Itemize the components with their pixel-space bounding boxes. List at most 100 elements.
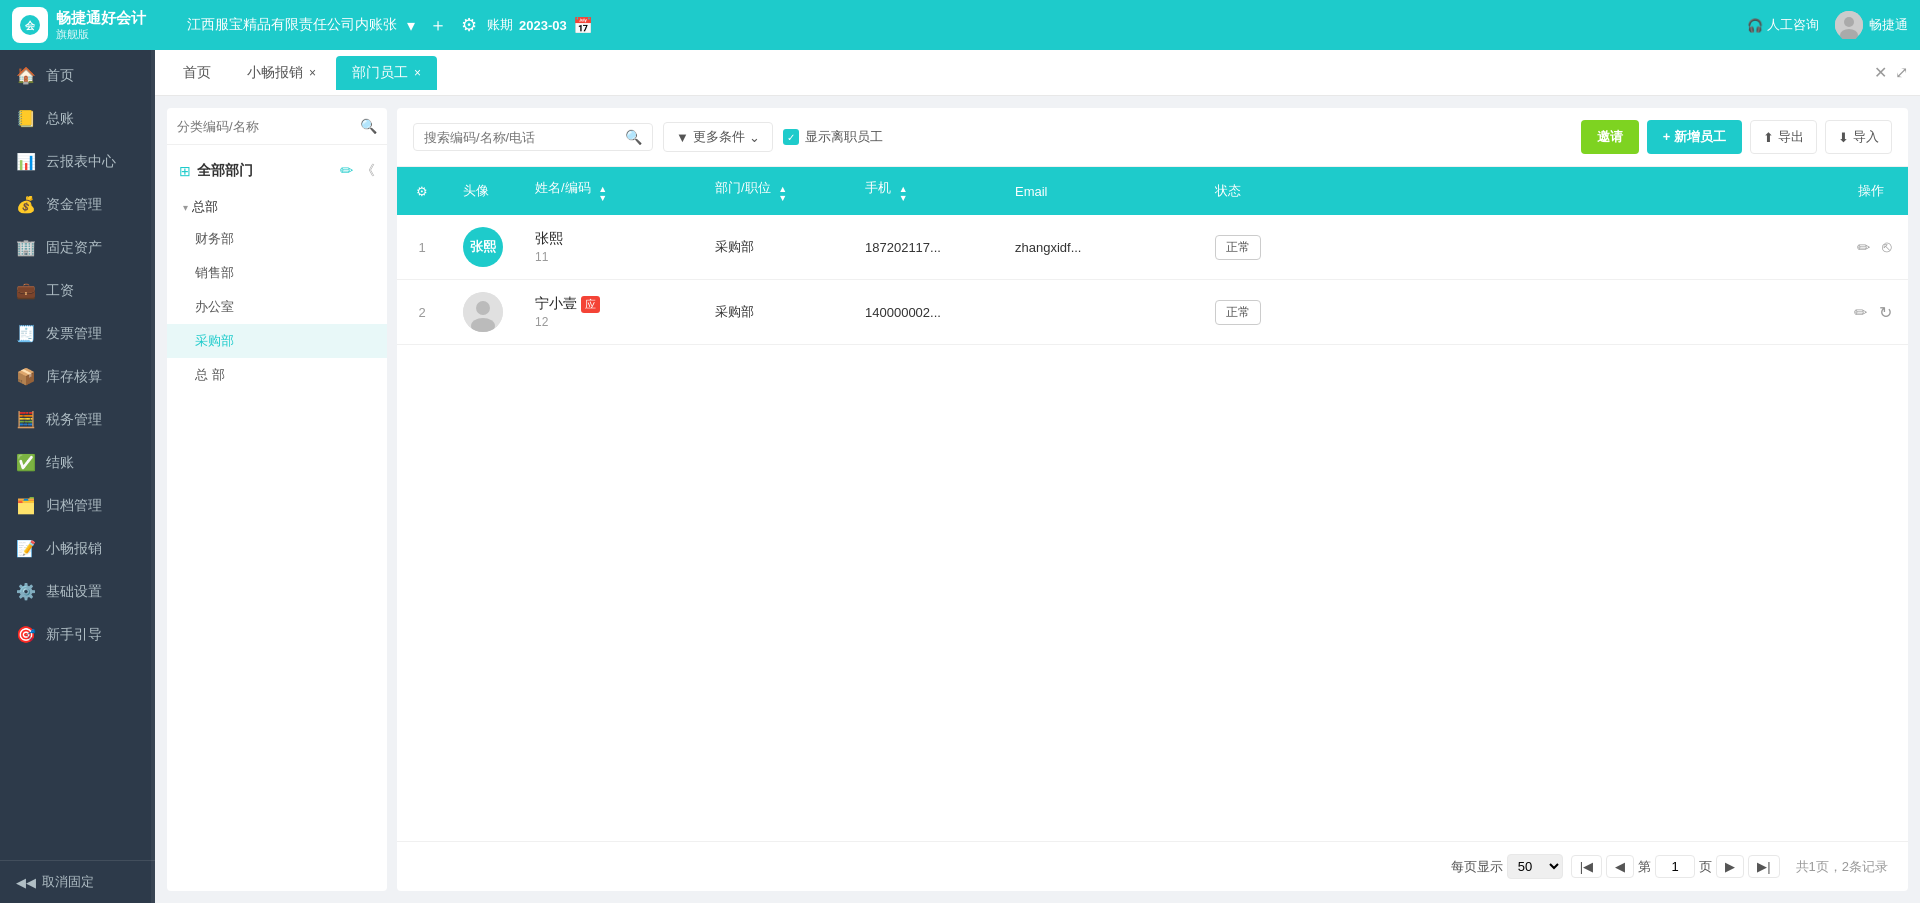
dept-item-finance[interactable]: 财务部 xyxy=(167,222,387,256)
export-btn[interactable]: ⬆ 导出 xyxy=(1750,120,1817,154)
phone-sort-icon: ▲▼ xyxy=(899,185,908,203)
sidebar-item-settings[interactable]: ⚙️ 基础设置 xyxy=(0,570,155,613)
add-company-btn[interactable]: ＋ xyxy=(429,13,447,37)
th-phone[interactable]: 手机 ▲▼ xyxy=(849,167,999,215)
sidebar-item-finance[interactable]: 💰 资金管理 xyxy=(0,183,155,226)
company-settings-btn[interactable]: ⚙ xyxy=(461,14,477,36)
dept-group-title-hq[interactable]: ▾ 总部 xyxy=(167,192,387,222)
sidebar-item-inventory[interactable]: 📦 库存核算 xyxy=(0,355,155,398)
company-area: 江西服宝精品有限责任公司内账张 ▾ ＋ ⚙ 账期 2023-03 📅 xyxy=(167,13,1747,37)
dept-search-input[interactable] xyxy=(177,119,354,134)
dept-group-hq: ▾ 总部 财务部 销售部 办公室 采购部 总 部 xyxy=(167,188,387,396)
chevron-down-icon: ⌄ xyxy=(749,130,760,145)
sidebar-item-expense[interactable]: 📝 小畅报销 xyxy=(0,527,155,570)
row-phone-cell: 140000002... xyxy=(849,280,999,345)
employee-search-input[interactable] xyxy=(424,130,619,145)
sidebar-item-label: 结账 xyxy=(46,454,74,472)
filter-btn[interactable]: ▼ 更多条件 ⌄ xyxy=(663,122,773,152)
sidebar-item-tax[interactable]: 🧮 税务管理 xyxy=(0,398,155,441)
sidebar-item-invoice[interactable]: 🧾 发票管理 xyxy=(0,312,155,355)
dept-item-office[interactable]: 办公室 xyxy=(167,290,387,324)
dept-grid-icon: ⊞ xyxy=(179,163,191,179)
service-btn[interactable]: 🎧 人工咨询 xyxy=(1747,16,1819,34)
sidebar-item-label: 首页 xyxy=(46,67,74,85)
logo-sub: 旗舰版 xyxy=(56,27,146,42)
sidebar-item-label: 总账 xyxy=(46,110,74,128)
pin-icon: ◀◀ xyxy=(16,875,36,890)
sidebar-item-label: 发票管理 xyxy=(46,325,102,343)
calendar-icon[interactable]: 📅 xyxy=(573,16,593,35)
search-icon[interactable]: 🔍 xyxy=(625,129,642,145)
th-dept[interactable]: 部门/职位 ▲▼ xyxy=(699,167,849,215)
tax-icon: 🧮 xyxy=(16,410,36,429)
show-resigned-area: ✓ 显示离职员工 xyxy=(783,128,883,146)
cancel-pin-btn[interactable]: ◀◀ 取消固定 xyxy=(0,860,155,903)
sidebar-item-close-account[interactable]: ✅ 结账 xyxy=(0,441,155,484)
sidebar-item-fixed-assets[interactable]: 🏢 固定资产 xyxy=(0,226,155,269)
employee-name: 张熙 xyxy=(535,230,683,248)
user-name: 畅捷通 xyxy=(1869,16,1908,34)
company-dropdown-btn[interactable]: ▾ xyxy=(407,16,415,35)
tab-close-btn[interactable]: ✕ xyxy=(1874,63,1887,82)
status-badge: 正常 xyxy=(1215,235,1261,260)
row-name-cell: 宁小壹应12 xyxy=(519,280,699,345)
page-last-btn[interactable]: ▶| xyxy=(1748,855,1779,878)
dept-item-purchasing[interactable]: 采购部 xyxy=(167,324,387,358)
dept-search-icon[interactable]: 🔍 xyxy=(360,118,377,134)
dept-all-header[interactable]: ⊞ 全部部门 ✏ 《 xyxy=(167,153,387,188)
reset-icon[interactable]: ↻ xyxy=(1879,303,1892,322)
row-dept-cell: 采购部 xyxy=(699,280,849,345)
tab-department[interactable]: 部门员工 × xyxy=(336,56,437,90)
sidebar-item-home[interactable]: 🏠 首页 xyxy=(0,54,155,97)
company-name: 江西服宝精品有限责任公司内账张 xyxy=(187,16,397,34)
toolbar: 🔍 ▼ 更多条件 ⌄ ✓ 显示离职员工 邀请 + 新增员工 xyxy=(397,108,1908,167)
dept-item-sales[interactable]: 销售部 xyxy=(167,256,387,290)
tab-home-label: 首页 xyxy=(183,64,211,82)
tab-home[interactable]: 首页 xyxy=(167,56,227,90)
page-next-btn[interactable]: ▶ xyxy=(1716,855,1744,878)
dept-group-label: 总部 xyxy=(192,198,218,216)
tab-expand-btn[interactable]: ⤢ xyxy=(1895,63,1908,82)
row-num: 1 xyxy=(397,215,447,280)
sidebar-item-salary[interactable]: 💼 工资 xyxy=(0,269,155,312)
th-settings[interactable]: ⚙ xyxy=(397,167,447,215)
logo-text: 畅捷通好会计 xyxy=(56,9,146,27)
logout-icon[interactable]: ⎋ xyxy=(1882,238,1892,256)
avatar xyxy=(463,292,503,332)
import-icon: ⬇ xyxy=(1838,130,1849,145)
period-area: 账期 2023-03 📅 xyxy=(487,16,593,35)
th-status: 状态 xyxy=(1199,167,1319,215)
add-employee-btn[interactable]: + 新增员工 xyxy=(1647,120,1742,154)
import-btn[interactable]: ⬇ 导入 xyxy=(1825,120,1892,154)
dept-edit-icon[interactable]: ✏ xyxy=(340,161,353,180)
tab-department-close[interactable]: × xyxy=(414,67,421,79)
edit-icon[interactable]: ✏ xyxy=(1857,238,1870,257)
sidebar-item-cloud-report[interactable]: 📊 云报表中心 xyxy=(0,140,155,183)
page-prev-btn[interactable]: ◀ xyxy=(1606,855,1634,878)
dept-collapse-btn[interactable]: 《 xyxy=(361,162,375,180)
salary-icon: 💼 xyxy=(16,281,36,300)
row-status-cell: 正常 xyxy=(1199,280,1319,345)
invite-btn[interactable]: 邀请 xyxy=(1581,120,1639,154)
page-size-select[interactable]: 20 50 100 xyxy=(1507,854,1563,879)
cancel-pin-label: 取消固定 xyxy=(42,873,94,891)
sidebar-item-archive[interactable]: 🗂️ 归档管理 xyxy=(0,484,155,527)
dept-item-general[interactable]: 总 部 xyxy=(167,358,387,392)
filter-label: 更多条件 xyxy=(693,128,745,146)
page-size-area: 每页显示 20 50 100 xyxy=(1451,854,1563,879)
sidebar-item-ledger[interactable]: 📒 总账 xyxy=(0,97,155,140)
employee-code: 12 xyxy=(535,315,683,329)
sidebar-item-label: 新手引导 xyxy=(46,626,102,644)
sidebar-item-label: 归档管理 xyxy=(46,497,102,515)
export-label: 导出 xyxy=(1778,128,1804,146)
show-resigned-checkbox[interactable]: ✓ xyxy=(783,129,799,145)
action-icons: ✏⎋ xyxy=(1335,238,1892,257)
th-name[interactable]: 姓名/编码 ▲▼ xyxy=(519,167,699,215)
edit-icon[interactable]: ✏ xyxy=(1854,303,1867,322)
page-first-btn[interactable]: |◀ xyxy=(1571,855,1602,878)
sidebar-item-guide[interactable]: 🎯 新手引导 xyxy=(0,613,155,656)
page-input[interactable] xyxy=(1655,855,1695,878)
dept-panel: 🔍 ⊞ 全部部门 ✏ 《 xyxy=(167,108,387,891)
tab-expense[interactable]: 小畅报销 × xyxy=(231,56,332,90)
tab-expense-close[interactable]: × xyxy=(309,67,316,79)
